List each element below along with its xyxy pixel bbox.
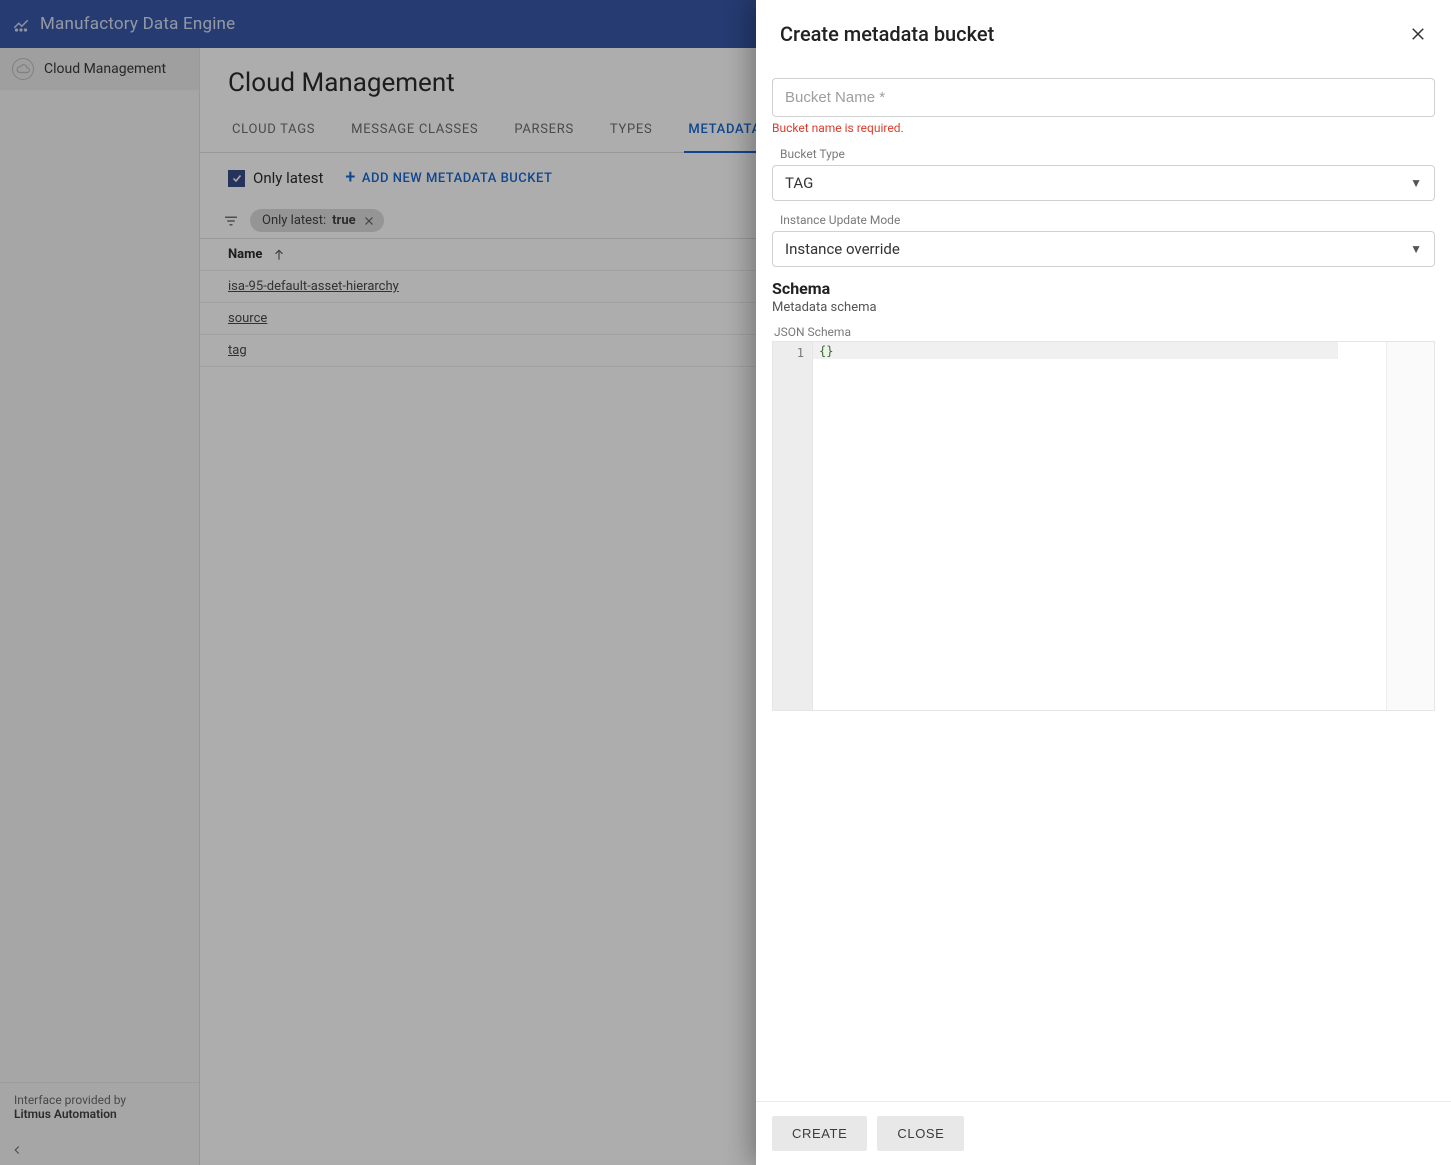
- create-metadata-bucket-drawer: Create metadata bucket Bucket name is re…: [756, 0, 1451, 1165]
- drawer-body: Bucket name is required. Bucket Type TAG…: [756, 54, 1451, 1101]
- update-mode-field: Instance Update Mode Instance override ▼: [772, 213, 1435, 267]
- editor-gutter: 1: [773, 342, 813, 710]
- schema-section-title: Schema: [772, 279, 1435, 298]
- chevron-down-icon: ▼: [1410, 176, 1422, 190]
- drawer-footer: CREATE CLOSE: [756, 1101, 1451, 1165]
- drawer-close-button[interactable]: [1409, 25, 1427, 43]
- update-mode-select[interactable]: Instance override ▼: [772, 231, 1435, 267]
- bucket-type-field: Bucket Type TAG ▼: [772, 147, 1435, 201]
- bucket-type-select[interactable]: TAG ▼: [772, 165, 1435, 201]
- chevron-down-icon: ▼: [1410, 242, 1422, 256]
- editor-body[interactable]: {}: [813, 342, 1386, 710]
- json-schema-editor[interactable]: 1 {}: [772, 341, 1435, 711]
- error-rest: is required.: [842, 121, 904, 135]
- close-button[interactable]: CLOSE: [877, 1116, 964, 1151]
- bucket-name-input[interactable]: [772, 78, 1435, 117]
- editor-minimap[interactable]: [1386, 342, 1434, 710]
- json-schema-label: JSON Schema: [772, 325, 1435, 339]
- bucket-type-value: TAG: [785, 174, 813, 192]
- update-mode-label: Instance Update Mode: [772, 213, 1435, 227]
- editor-content: {}: [813, 342, 1386, 360]
- bucket-name-error: Bucket name is required.: [772, 121, 1435, 135]
- drawer-title: Create metadata bucket: [780, 22, 994, 46]
- close-icon: [1409, 25, 1427, 43]
- bucket-type-label: Bucket Type: [772, 147, 1435, 161]
- drawer-header: Create metadata bucket: [756, 0, 1451, 54]
- schema-section-subtitle: Metadata schema: [772, 300, 1435, 315]
- update-mode-value: Instance override: [785, 240, 900, 258]
- error-emphasis: Bucket name: [772, 121, 842, 135]
- create-button[interactable]: CREATE: [772, 1116, 867, 1151]
- line-number: 1: [773, 346, 804, 360]
- bucket-name-field: Bucket name is required.: [772, 78, 1435, 135]
